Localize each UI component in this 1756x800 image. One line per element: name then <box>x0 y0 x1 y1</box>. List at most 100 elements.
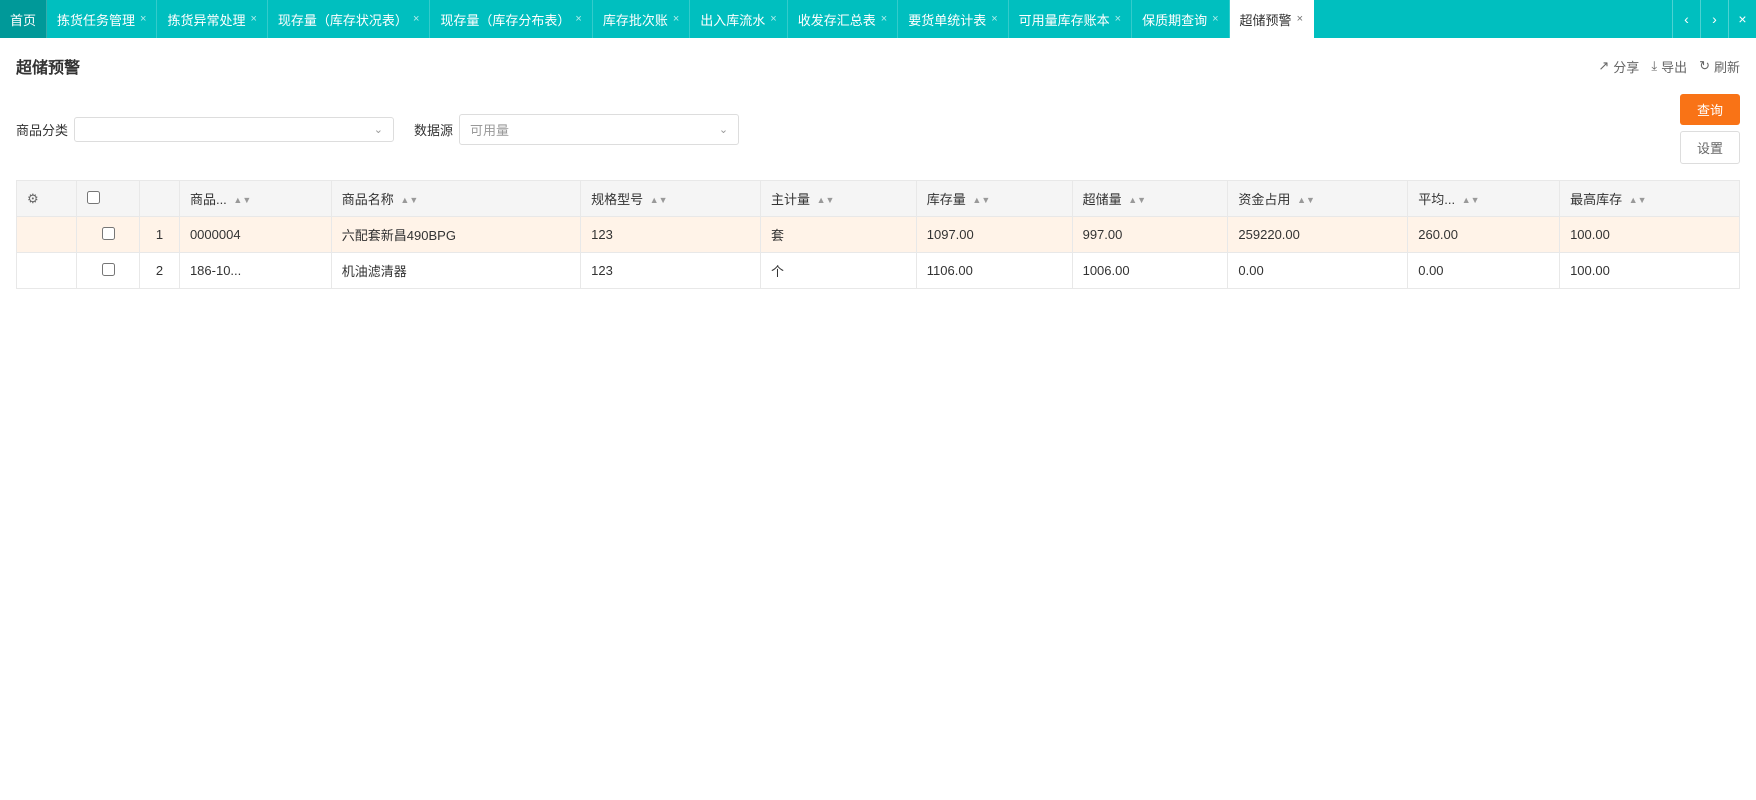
nav-tab-stock-status[interactable]: 现存量（库存状况表） × <box>268 0 430 38</box>
nav-arrow-close[interactable]: × <box>1728 0 1756 38</box>
category-select[interactable]: ⌄ <box>74 117 394 142</box>
column-header-unit[interactable]: 主计量 ▲▼ <box>760 181 916 217</box>
column-header-spec[interactable]: 规格型号 ▲▼ <box>581 181 761 217</box>
chevron-down-icon: ⌄ <box>719 123 728 136</box>
row-avg-cell: 260.00 <box>1408 217 1560 253</box>
export-button[interactable]: ⤓ 导出 <box>1651 57 1687 76</box>
row-overstock-cell: 997.00 <box>1072 217 1228 253</box>
datasource-select-value: 可用量 <box>470 120 509 139</box>
nav-tab-avail-stock[interactable]: 可用量库存账本 × <box>1009 0 1132 38</box>
nav-tab-overstock[interactable]: 超储预警 × <box>1230 0 1314 38</box>
column-header-checkbox <box>77 181 140 217</box>
row-goods-code-cell: 0000004 <box>179 217 331 253</box>
close-icon[interactable]: × <box>250 13 256 25</box>
datasource-select[interactable]: 可用量 ⌄ <box>459 114 739 145</box>
row-overstock-cell: 1006.00 <box>1072 253 1228 289</box>
nav-tab-task[interactable]: 拣货任务管理 × <box>47 0 157 38</box>
sort-icon: ▲▼ <box>1297 196 1315 205</box>
nav-arrow-left[interactable]: ‹ <box>1672 0 1700 38</box>
settings-button[interactable]: 设置 <box>1680 131 1740 164</box>
page-header: 超储预警 ↗ 分享 ⤓ 导出 ↻ 刷新 <box>16 54 1740 78</box>
row-checkbox-cell <box>77 217 140 253</box>
nav-tab-abnormal[interactable]: 拣货异常处理 × <box>157 0 267 38</box>
row-capital-cell: 0.00 <box>1228 253 1408 289</box>
row-checkbox-cell <box>77 253 140 289</box>
row-goods-code-cell: 186-10... <box>179 253 331 289</box>
column-header-avg[interactable]: 平均... ▲▼ <box>1408 181 1560 217</box>
column-header-goods-name[interactable]: 商品名称 ▲▼ <box>331 181 580 217</box>
data-table: ⚙ 商品... ▲▼ 商品名称 ▲▼ 规格型号 ▲▼ <box>16 180 1740 289</box>
datasource-label: 数据源 <box>414 120 453 139</box>
row-stock-cell: 1106.00 <box>916 253 1072 289</box>
nav-tab-inout[interactable]: 出入库流水 × <box>690 0 787 38</box>
close-icon[interactable]: × <box>575 13 581 25</box>
row-stock-cell: 1097.00 <box>916 217 1072 253</box>
column-header-max-stock[interactable]: 最高库存 ▲▼ <box>1560 181 1740 217</box>
close-icon[interactable]: × <box>1212 13 1218 25</box>
nav-arrow-right[interactable]: › <box>1700 0 1728 38</box>
nav-tab-expiry[interactable]: 保质期查询 × <box>1132 0 1229 38</box>
nav-tab-batch[interactable]: 库存批次账 × <box>593 0 690 38</box>
chevron-down-icon: ⌄ <box>374 123 383 136</box>
share-button[interactable]: ↗ 分享 <box>1598 57 1639 76</box>
datasource-filter-group: 数据源 可用量 ⌄ <box>414 114 739 145</box>
close-icon[interactable]: × <box>1297 13 1303 25</box>
row-max-stock-cell: 100.00 <box>1560 217 1740 253</box>
column-header-goods-code[interactable]: 商品... ▲▼ <box>179 181 331 217</box>
close-icon[interactable]: × <box>140 13 146 25</box>
query-button[interactable]: 查询 <box>1680 94 1740 125</box>
nav-tab-home[interactable]: 首页 <box>0 0 47 38</box>
sort-icon: ▲▼ <box>400 196 418 205</box>
row-checkbox[interactable] <box>102 263 115 276</box>
close-icon[interactable]: × <box>413 13 419 25</box>
column-header-stock[interactable]: 库存量 ▲▼ <box>916 181 1072 217</box>
close-icon[interactable]: × <box>1115 13 1121 25</box>
share-icon: ↗ <box>1598 58 1609 74</box>
close-icon[interactable]: × <box>770 13 776 25</box>
category-filter-group: 商品分类 ⌄ <box>16 117 394 142</box>
close-icon[interactable]: × <box>673 13 679 25</box>
nav-tab-stock-dist[interactable]: 现存量（库存分布表） × <box>430 0 592 38</box>
column-header-capital[interactable]: 资金占用 ▲▼ <box>1228 181 1408 217</box>
refresh-button[interactable]: ↻ 刷新 <box>1699 57 1740 76</box>
row-goods-name-cell: 机油滤清器 <box>331 253 580 289</box>
row-unit-cell: 套 <box>760 217 916 253</box>
gear-icon[interactable]: ⚙ <box>27 191 39 206</box>
row-capital-cell: 259220.00 <box>1228 217 1408 253</box>
row-settings-cell <box>17 253 77 289</box>
row-spec-cell: 123 <box>581 253 761 289</box>
header-actions: ↗ 分享 ⤓ 导出 ↻ 刷新 <box>1598 57 1740 76</box>
sort-icon: ▲▼ <box>233 196 251 205</box>
filter-row: 商品分类 ⌄ 数据源 可用量 ⌄ 查询 设置 <box>16 94 1740 164</box>
row-settings-cell <box>17 217 77 253</box>
select-all-checkbox[interactable] <box>87 191 100 204</box>
export-icon: ⤓ <box>1651 58 1657 74</box>
nav-tab-collection[interactable]: 收发存汇总表 × <box>788 0 898 38</box>
row-unit-cell: 个 <box>760 253 916 289</box>
table-row: 1 0000004 六配套新昌490BPG 123 套 1097.00 997.… <box>17 217 1740 253</box>
column-header-overstock[interactable]: 超储量 ▲▼ <box>1072 181 1228 217</box>
close-icon[interactable]: × <box>881 13 887 25</box>
close-icon[interactable]: × <box>991 13 997 25</box>
sort-icon: ▲▼ <box>1629 196 1647 205</box>
row-no-cell: 1 <box>139 217 179 253</box>
column-header-settings: ⚙ <box>17 181 77 217</box>
refresh-icon: ↻ <box>1699 58 1710 74</box>
sort-icon: ▲▼ <box>972 196 990 205</box>
row-checkbox[interactable] <box>102 227 115 240</box>
row-spec-cell: 123 <box>581 217 761 253</box>
sort-icon: ▲▼ <box>1128 196 1146 205</box>
row-max-stock-cell: 100.00 <box>1560 253 1740 289</box>
sort-icon: ▲▼ <box>650 196 668 205</box>
page-content: 超储预警 ↗ 分享 ⤓ 导出 ↻ 刷新 商品分类 ⌄ 数据源 <box>0 38 1756 800</box>
sort-icon: ▲▼ <box>1462 196 1480 205</box>
top-navigation: 首页 拣货任务管理 × 拣货异常处理 × 现存量（库存状况表） × 现存量（库存… <box>0 0 1756 38</box>
row-goods-name-cell: 六配套新昌490BPG <box>331 217 580 253</box>
table-row: 2 186-10... 机油滤清器 123 个 1106.00 1006.00 … <box>17 253 1740 289</box>
page-title: 超储预警 <box>16 54 80 78</box>
filter-buttons: 查询 设置 <box>1680 94 1740 164</box>
sort-icon: ▲▼ <box>817 196 835 205</box>
nav-tab-order-stat[interactable]: 要货单统计表 × <box>898 0 1008 38</box>
table-header-row: ⚙ 商品... ▲▼ 商品名称 ▲▼ 规格型号 ▲▼ <box>17 181 1740 217</box>
nav-arrows: ‹ › × <box>1672 0 1756 38</box>
